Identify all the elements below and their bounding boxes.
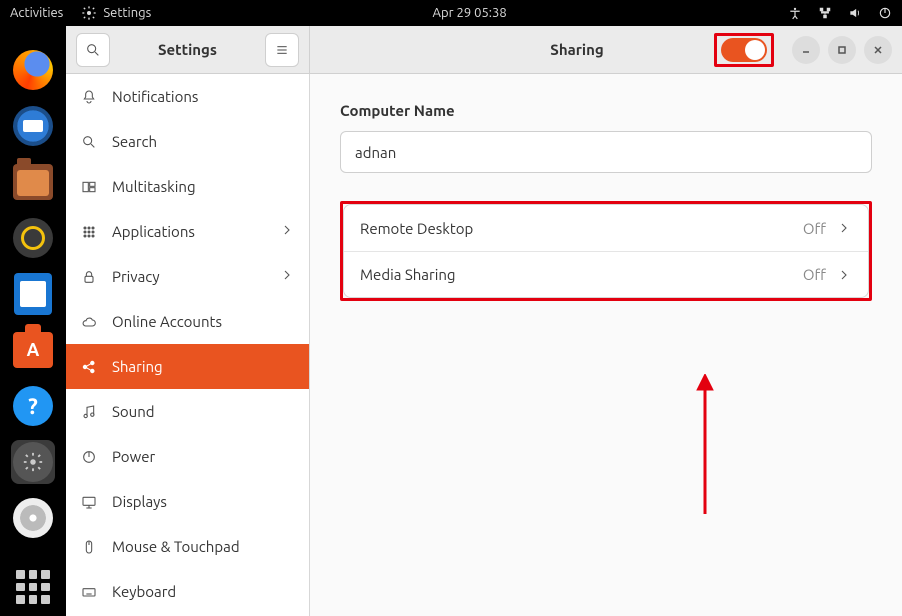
close-icon (873, 45, 883, 55)
dock-rhythmbox[interactable] (11, 216, 55, 260)
row-label: Media Sharing (360, 266, 456, 283)
topbar-system-menu[interactable] (788, 6, 892, 20)
settings-sidebar[interactable]: Notifications Search Multitasking Applicati… (66, 74, 310, 616)
computer-name-input[interactable] (340, 131, 872, 173)
sharing-row-remote-desktop[interactable]: Remote Desktop Off (344, 205, 868, 251)
sidebar-item-label: Online Accounts (112, 313, 222, 330)
lock-icon (80, 269, 98, 285)
power-icon (878, 6, 892, 20)
computer-name-label: Computer Name (340, 102, 872, 119)
annotation-arrow (690, 374, 720, 514)
sidebar-item-label: Privacy (112, 268, 160, 285)
minimize-icon (801, 45, 811, 55)
sidebar-item-label: Sharing (112, 358, 163, 375)
sidebar-title: Settings (118, 41, 257, 58)
row-status: Off (803, 266, 826, 283)
row-label: Remote Desktop (360, 220, 473, 237)
sidebar-item-label: Multitasking (112, 178, 196, 195)
mouse-icon (80, 539, 98, 555)
software-icon (13, 332, 53, 368)
settings-window: Settings Sharing Notifications Search Mult… (66, 26, 902, 616)
sidebar-item-sound[interactable]: Sound (66, 389, 309, 434)
sidebar-item-displays[interactable]: Displays (66, 479, 309, 524)
sharing-row-media-sharing[interactable]: Media Sharing Off (344, 251, 868, 297)
sidebar-item-label: Notifications (112, 88, 198, 105)
sidebar-item-keyboard[interactable]: Keyboard (66, 569, 309, 614)
sharing-pane: Computer Name Remote DesktopOffMedia Sha… (310, 74, 902, 616)
hamburger-icon (274, 42, 290, 58)
keyboard-icon (80, 584, 98, 600)
thunderbird-icon (13, 106, 53, 146)
help-icon: ? (13, 386, 53, 426)
sidebar-item-applications[interactable]: Applications (66, 209, 309, 254)
gnome-topbar: Activities Settings Apr 29 05:38 (0, 0, 902, 26)
hamburger-menu-button[interactable] (265, 33, 299, 67)
network-icon (818, 6, 832, 20)
dock-thunderbird[interactable] (11, 104, 55, 148)
rhythmbox-icon (13, 218, 53, 258)
files-icon (13, 164, 53, 200)
bell-icon (80, 89, 98, 105)
power-icon (80, 449, 98, 465)
sidebar-item-online-accounts[interactable]: Online Accounts (66, 299, 309, 344)
window-maximize-button[interactable] (828, 36, 856, 64)
dock-help[interactable]: ? (11, 384, 55, 428)
cloud-icon (80, 314, 98, 330)
sidebar-item-mouse-touchpad[interactable]: Mouse & Touchpad (66, 524, 309, 569)
show-applications-button[interactable] (16, 570, 50, 604)
sidebar-item-label: Displays (112, 493, 167, 510)
search-icon (80, 134, 98, 150)
firefox-icon (13, 50, 53, 90)
accessibility-icon (788, 6, 802, 20)
disc-icon (13, 498, 53, 538)
dock-settings[interactable] (11, 440, 55, 484)
pane-title: Sharing (320, 41, 714, 58)
dock-firefox[interactable] (11, 48, 55, 92)
ubuntu-dock: ? (0, 26, 66, 616)
dock-software[interactable] (11, 328, 55, 372)
settings-icon (13, 442, 53, 482)
window-minimize-button[interactable] (792, 36, 820, 64)
window-close-button[interactable] (864, 36, 892, 64)
search-button[interactable] (76, 33, 110, 67)
grid-icon (80, 224, 98, 240)
annotation-highlight-toggle (714, 33, 774, 67)
multitask-icon (80, 179, 98, 195)
topbar-app-label: Settings (103, 6, 151, 20)
topbar-clock[interactable]: Apr 29 05:38 (151, 6, 788, 20)
writer-icon (14, 273, 52, 315)
note-icon (80, 404, 98, 420)
dock-disc[interactable] (11, 496, 55, 540)
sidebar-item-power[interactable]: Power (66, 434, 309, 479)
sidebar-item-label: Mouse & Touchpad (112, 538, 240, 555)
sidebar-item-sharing[interactable]: Sharing (66, 344, 309, 389)
sidebar-item-privacy[interactable]: Privacy (66, 254, 309, 299)
sidebar-item-label: Sound (112, 403, 155, 420)
dock-files[interactable] (11, 160, 55, 204)
sharing-master-toggle[interactable] (721, 38, 767, 62)
chevron-right-icon (279, 267, 295, 286)
display-icon (80, 494, 98, 510)
gear-icon (81, 5, 97, 21)
sidebar-item-label: Power (112, 448, 155, 465)
sidebar-item-notifications[interactable]: Notifications (66, 74, 309, 119)
sidebar-item-label: Search (112, 133, 157, 150)
sidebar-item-label: Applications (112, 223, 195, 240)
chevron-right-icon (279, 222, 295, 241)
chevron-right-icon (836, 220, 852, 236)
row-status: Off (803, 220, 826, 237)
activities-button[interactable]: Activities (10, 6, 63, 20)
topbar-app-indicator[interactable]: Settings (81, 5, 151, 21)
share-icon (80, 359, 98, 375)
sidebar-item-multitasking[interactable]: Multitasking (66, 164, 309, 209)
volume-icon (848, 6, 862, 20)
sidebar-item-label: Keyboard (112, 583, 176, 600)
headerbar: Settings Sharing (66, 26, 902, 74)
dock-writer[interactable] (11, 272, 55, 316)
maximize-icon (837, 45, 847, 55)
sidebar-item-search[interactable]: Search (66, 119, 309, 164)
annotation-highlight-rows: Remote Desktop Off Media Sharing Off (340, 201, 872, 301)
search-icon (85, 42, 101, 58)
chevron-right-icon (836, 267, 852, 283)
